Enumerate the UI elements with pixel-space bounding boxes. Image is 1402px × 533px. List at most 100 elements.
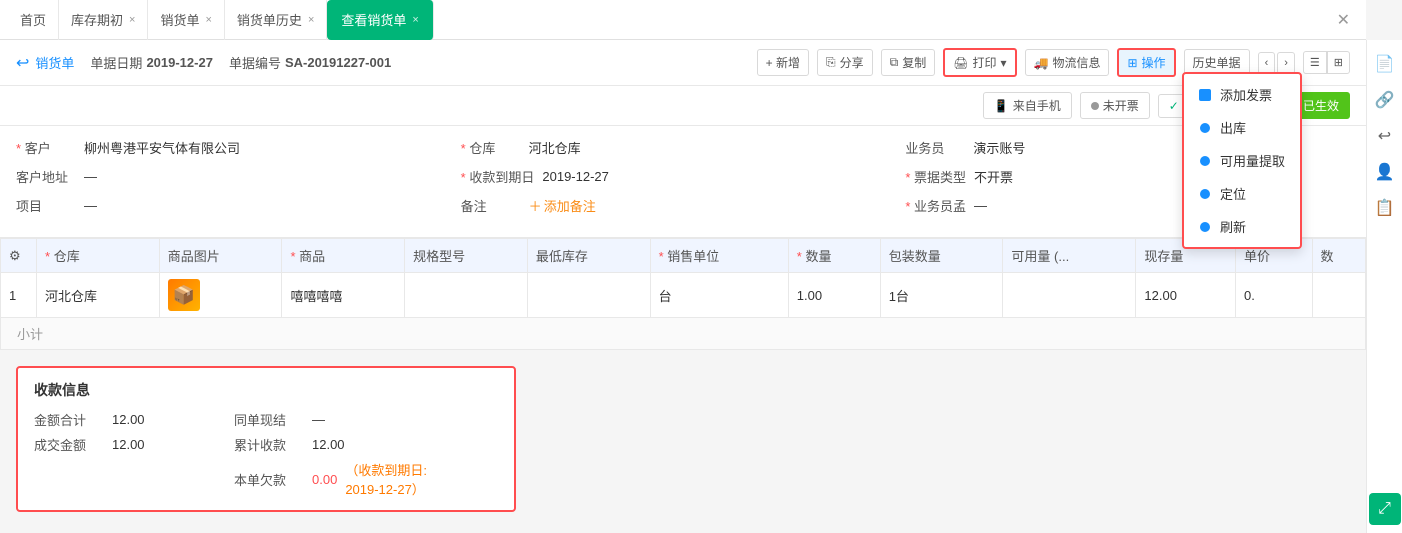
sidebar-doc-icon[interactable]: 📄 [1369, 48, 1401, 80]
arrears-value: 0.00 [312, 472, 337, 487]
col-image: 商品图片 [159, 239, 282, 273]
table-header-row: ⚙ * 仓库 商品图片 * 商品 规格型号 最低库存 * 销售单位 * 数量 包… [1, 239, 1366, 273]
invoice-icon [1198, 88, 1212, 102]
tab-sales[interactable]: 销货单 × [148, 0, 224, 40]
sidebar-user-icon[interactable]: 👤 [1369, 156, 1401, 188]
navigation-arrows: ‹ › [1258, 52, 1295, 74]
project-field: 项目 — [16, 196, 461, 215]
row-warehouse: 河北仓库 [37, 273, 160, 318]
grid-view-button[interactable]: ⊞ [1327, 51, 1350, 74]
close-view-tab[interactable]: × [412, 14, 418, 26]
right-sidebar: 📄 🔗 ↩ 👤 📋 ⤢ [1366, 40, 1402, 533]
warehouse-value: 河北仓库 [529, 138, 581, 157]
amount-row: 金额合计 12.00 [34, 410, 234, 429]
due-date-field: * 收款到期日 2019-12-27 [461, 167, 906, 186]
due-date-value: 2019-12-27 [542, 169, 609, 184]
row-unit: 台 [650, 273, 788, 318]
close-sales-tab[interactable]: × [205, 14, 211, 26]
available-qty-item[interactable]: 可用量提取 [1184, 144, 1300, 177]
row-product: 嘻嘻嘻嘻 [282, 273, 405, 318]
form-row-2: 客户地址 — * 收款到期日 2019-12-27 * 票据类型 不开票 [16, 167, 1350, 186]
payment-grid: 金额合计 12.00 同单现结 — 成交金额 12.00 累计收款 12.00 [34, 410, 498, 498]
col-quantity: * 数量 [788, 239, 880, 273]
print-dropdown-icon: ▾ [1000, 56, 1006, 70]
doc-number-label: 单据编号 SA-20191227-001 [229, 53, 391, 72]
add-note-button[interactable]: ＋ 添加备注 [529, 196, 596, 215]
ticket-type-value: 不开票 [974, 167, 1013, 186]
sidebar-expand-icon[interactable]: ⤢ [1369, 493, 1401, 525]
settlement-row: 同单现结 — [234, 410, 434, 429]
transaction-row: 成交金额 12.00 [34, 435, 234, 454]
close-inventory-tab[interactable]: × [129, 14, 135, 26]
employee-value: 演示账号 [973, 138, 1025, 157]
sidebar-clipboard-icon[interactable]: 📋 [1369, 192, 1401, 224]
row-available [1003, 273, 1136, 318]
not-open-button[interactable]: 未开票 [1080, 92, 1150, 119]
not-open-icon [1091, 102, 1099, 110]
amount-value: 12.00 [112, 412, 145, 427]
share-icon: ⎘ [826, 55, 836, 70]
tab-bar: 首页 库存期初 × 销货单 × 销货单历史 × 查看销货单 × ✕ [0, 0, 1366, 40]
subtotal-row: 小计 [1, 318, 1366, 350]
locate-item[interactable]: 定位 [1184, 177, 1300, 210]
logistics-button[interactable]: 🚚 物流信息 [1025, 49, 1110, 76]
operations-dropdown: 添加发票 出库 可用量提取 定位 刷新 [1182, 72, 1302, 249]
row-stock: 12.00 [1136, 273, 1236, 318]
table-row: 1 河北仓库 📦 嘻嘻嘻嘻 台 1.00 1台 12.00 0. [1, 273, 1366, 318]
warehouse-field: * 仓库 河北仓库 [461, 138, 906, 157]
tab-sales-history[interactable]: 销货单历史 × [225, 0, 327, 40]
row-quantity: 1.00 [788, 273, 880, 318]
document-header: ↩ 销货单 单据日期 2019-12-27 单据编号 SA-20191227-0… [0, 40, 1366, 86]
payment-title: 收款信息 [34, 380, 498, 400]
refresh-item[interactable]: 刷新 [1184, 210, 1300, 243]
col-available: 可用量 (... [1003, 239, 1136, 273]
document-meta: 单据日期 2019-12-27 单据编号 SA-20191227-001 [90, 53, 391, 72]
copy-button[interactable]: ⧉ 复制 [881, 49, 936, 76]
sidebar-back-icon[interactable]: ↩ [1369, 120, 1401, 152]
settings-col[interactable]: ⚙ [1, 239, 37, 273]
subtotal-label: 小计 [1, 318, 1366, 350]
cumulative-row: 累计收款 12.00 [234, 435, 434, 454]
tab-view-sales[interactable]: 查看销货单 × [327, 0, 433, 40]
row-pack-qty: 1台 [880, 273, 1003, 318]
refresh-icon [1198, 220, 1212, 234]
products-table: ⚙ * 仓库 商品图片 * 商品 规格型号 最低库存 * 销售单位 * 数量 包… [0, 238, 1366, 350]
col-product: * 商品 [282, 239, 405, 273]
prev-button[interactable]: ‹ [1258, 52, 1276, 74]
new-button[interactable]: + 新增 [757, 49, 809, 76]
doc-date-label: 单据日期 2019-12-27 [90, 53, 213, 72]
print-button[interactable]: 🖨 打印 ▾ [943, 48, 1016, 77]
tab-inventory[interactable]: 库存期初 × [59, 0, 148, 40]
col-min-stock: 最低库存 [527, 239, 650, 273]
note-field: 备注 ＋ 添加备注 [461, 196, 906, 215]
add-invoice-item[interactable]: 添加发票 [1184, 78, 1300, 111]
col-unit: * 销售单位 [650, 239, 788, 273]
row-spec [405, 273, 528, 318]
toolbar-row: 📱 来自手机 未开票 ✓ ✓ 已核销 ✓ 已生效 [0, 86, 1366, 126]
sidebar-link-icon[interactable]: 🔗 [1369, 84, 1401, 116]
col-pack-qty: 包装数量 [880, 239, 1003, 273]
locate-icon [1198, 187, 1212, 201]
next-button[interactable]: › [1277, 52, 1295, 74]
from-phone-button[interactable]: 📱 来自手机 [983, 92, 1072, 119]
outbound-item[interactable]: 出库 [1184, 111, 1300, 144]
done-icon: ✓ [1169, 99, 1179, 113]
settlement-value: — [312, 412, 325, 427]
share-button[interactable]: ⎘ 分享 [817, 49, 873, 76]
tab-home[interactable]: 首页 [8, 0, 59, 40]
window-close-button[interactable]: ✕ [1329, 10, 1358, 30]
col-extra: 数 [1312, 239, 1366, 273]
close-history-tab[interactable]: × [308, 14, 314, 26]
copy-icon: ⧉ [890, 55, 899, 70]
address-value: — [84, 169, 97, 184]
logistics-icon: 🚚 [1034, 56, 1049, 70]
list-view-button[interactable]: ☰ [1303, 51, 1327, 74]
operations-button[interactable]: ⊞ 操作 [1117, 48, 1175, 77]
arrears-row: 本单欠款 0.00 （收款到期日: 2019-12-27） [234, 460, 434, 498]
row-extra [1312, 273, 1366, 318]
payment-info-box: 收款信息 金额合计 12.00 同单现结 — 成交金额 12.00 累计收款 1… [16, 366, 516, 512]
operations-icon: ⊞ [1127, 56, 1137, 70]
phone-icon: 📱 [994, 99, 1009, 113]
cumulative-value: 12.00 [312, 437, 345, 452]
transaction-value: 12.00 [112, 437, 145, 452]
